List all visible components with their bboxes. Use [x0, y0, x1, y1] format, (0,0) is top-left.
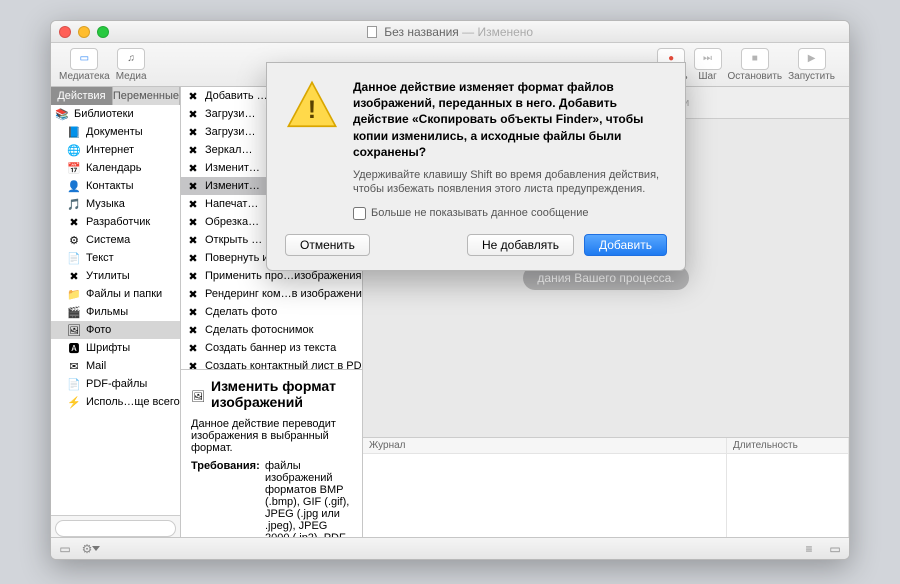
dont-show-input[interactable] — [353, 207, 366, 220]
category-icon: 🎬 — [67, 305, 81, 319]
action-icon: ✖ — [186, 125, 200, 139]
library-icon: 📚 — [55, 107, 69, 121]
category-icon: ✖ — [67, 215, 81, 229]
window-title: Без названия — Изменено — [51, 25, 849, 39]
hide-sidebar-icon[interactable]: ▭ — [57, 542, 73, 556]
sidebar-item[interactable]: ✖Утилиты — [51, 267, 180, 285]
action-icon: ✖ — [186, 161, 200, 175]
category-icon: 🖼 — [67, 323, 81, 337]
sidebar-item[interactable]: 🖼Фото — [51, 321, 180, 339]
log-pane: Журнал Длительность — [363, 437, 849, 537]
sidebar-item[interactable]: 🎵Музыка — [51, 195, 180, 213]
document-icon — [367, 26, 377, 38]
action-icon: ✖ — [186, 233, 200, 247]
action-icon: ✖ — [186, 107, 200, 121]
action-icon: ✖ — [186, 305, 200, 319]
mediateka-button[interactable]: ▭ Медиатека — [59, 48, 110, 82]
action-item[interactable]: ✖Создать баннер из текста — [181, 339, 362, 357]
action-item[interactable]: ✖Создать контактный лист в PDF — [181, 357, 362, 369]
action-icon: ✖ — [186, 341, 200, 355]
sidebar-item[interactable]: ⚡Исполь…ще всего — [51, 393, 180, 411]
sidebar-head[interactable]: 📚Библиотеки — [51, 105, 180, 123]
action-icon: ✖ — [186, 179, 200, 193]
search-bar — [51, 515, 180, 537]
sidebar-item[interactable]: 🌐Интернет — [51, 141, 180, 159]
category-icon: 🎵 — [67, 197, 81, 211]
sidebar-item[interactable]: ✖Разработчик — [51, 213, 180, 231]
run-button[interactable]: ▶Запустить — [788, 48, 835, 82]
sidebar-item[interactable]: 📄PDF-файлы — [51, 375, 180, 393]
gear-icon[interactable]: ⚙ — [83, 542, 99, 556]
category-icon: 📅 — [67, 161, 81, 175]
zoom-icon[interactable] — [97, 26, 109, 38]
action-item[interactable]: ✖Сделать фотоснимок — [181, 321, 362, 339]
action-icon: ✖ — [186, 269, 200, 283]
category-icon: 📁 — [67, 287, 81, 301]
info-desc: Данное действие переводит изображения в … — [191, 418, 352, 454]
sidebar-item[interactable]: 🎬Фильмы — [51, 303, 180, 321]
warning-sheet: ! Данное действие изменяет формат файлов… — [266, 62, 686, 271]
statusbar: ▭ ⚙ ≡ ▭ — [51, 537, 849, 559]
category-icon: ⚙ — [67, 233, 81, 247]
info-title: Изменить формат изображений — [211, 378, 352, 410]
smart-icon: ⚡ — [67, 395, 81, 409]
stop-button[interactable]: ■Остановить — [728, 48, 783, 82]
category-icon: ✖ — [67, 269, 81, 283]
tab-variables[interactable]: Переменные — [113, 87, 180, 105]
sidebar-item[interactable]: 👤Контакты — [51, 177, 180, 195]
category-icon: ✉ — [67, 359, 81, 373]
dialog-message: Данное действие изменяет формат файлов и… — [353, 79, 667, 160]
action-item[interactable]: ✖Сделать фото — [181, 303, 362, 321]
tab-actions[interactable]: Действия — [51, 87, 113, 105]
warning-icon: ! — [285, 79, 339, 133]
action-info: 🖼 Изменить формат изображений Данное дей… — [181, 369, 362, 537]
close-icon[interactable] — [59, 26, 71, 38]
step-button[interactable]: ⏭Шаг — [694, 48, 722, 82]
action-item[interactable]: ✖Рендеринг ком…в изображение — [181, 285, 362, 303]
svg-text:!: ! — [308, 96, 316, 124]
action-icon: ✖ — [186, 323, 200, 337]
minimize-icon[interactable] — [78, 26, 90, 38]
titlebar: Без названия — Изменено — [51, 21, 849, 43]
sidebar-item[interactable]: 📘Документы — [51, 123, 180, 141]
action-icon: ✖ — [186, 215, 200, 229]
sidebar-item[interactable]: 🅰Шрифты — [51, 339, 180, 357]
action-icon: ✖ — [186, 89, 200, 103]
category-icon: 👤 — [67, 179, 81, 193]
cancel-button[interactable]: Отменить — [285, 234, 370, 256]
category-icon: 📘 — [67, 125, 81, 139]
action-icon: ✖ — [186, 251, 200, 265]
action-icon: ✖ — [186, 143, 200, 157]
action-icon: ✖ — [186, 287, 200, 301]
no-add-button[interactable]: Не добавлять — [467, 234, 574, 256]
action-icon: ✖ — [186, 197, 200, 211]
dont-show-checkbox[interactable]: Больше не показывать данное сообщение — [353, 207, 667, 220]
list-view-icon[interactable]: ≡ — [801, 542, 817, 556]
preview-icon: 🖼 — [191, 389, 205, 403]
dialog-subtext: Удерживайте клавишу Shift во время добав… — [353, 168, 667, 197]
category-icon: 🅰 — [67, 341, 81, 355]
media-button[interactable]: ♫ Медиа — [116, 48, 147, 82]
category-icon: 📄 — [67, 251, 81, 265]
flow-view-icon[interactable]: ▭ — [827, 542, 843, 556]
add-button[interactable]: Добавить — [584, 234, 667, 256]
sidebar-item[interactable]: ⚙Система — [51, 231, 180, 249]
category-icon: 📄 — [67, 377, 81, 391]
sidebar-item[interactable]: 📄Текст — [51, 249, 180, 267]
sidebar-item[interactable]: ✉Mail — [51, 357, 180, 375]
sidebar-item[interactable]: 📅Календарь — [51, 159, 180, 177]
sidebar-item[interactable]: 📁Файлы и папки — [51, 285, 180, 303]
action-icon: ✖ — [186, 359, 200, 369]
search-input[interactable] — [55, 520, 176, 537]
library-sidebar: Действия Переменные 📚Библиотеки📘Документ… — [51, 87, 181, 537]
category-icon: 🌐 — [67, 143, 81, 157]
